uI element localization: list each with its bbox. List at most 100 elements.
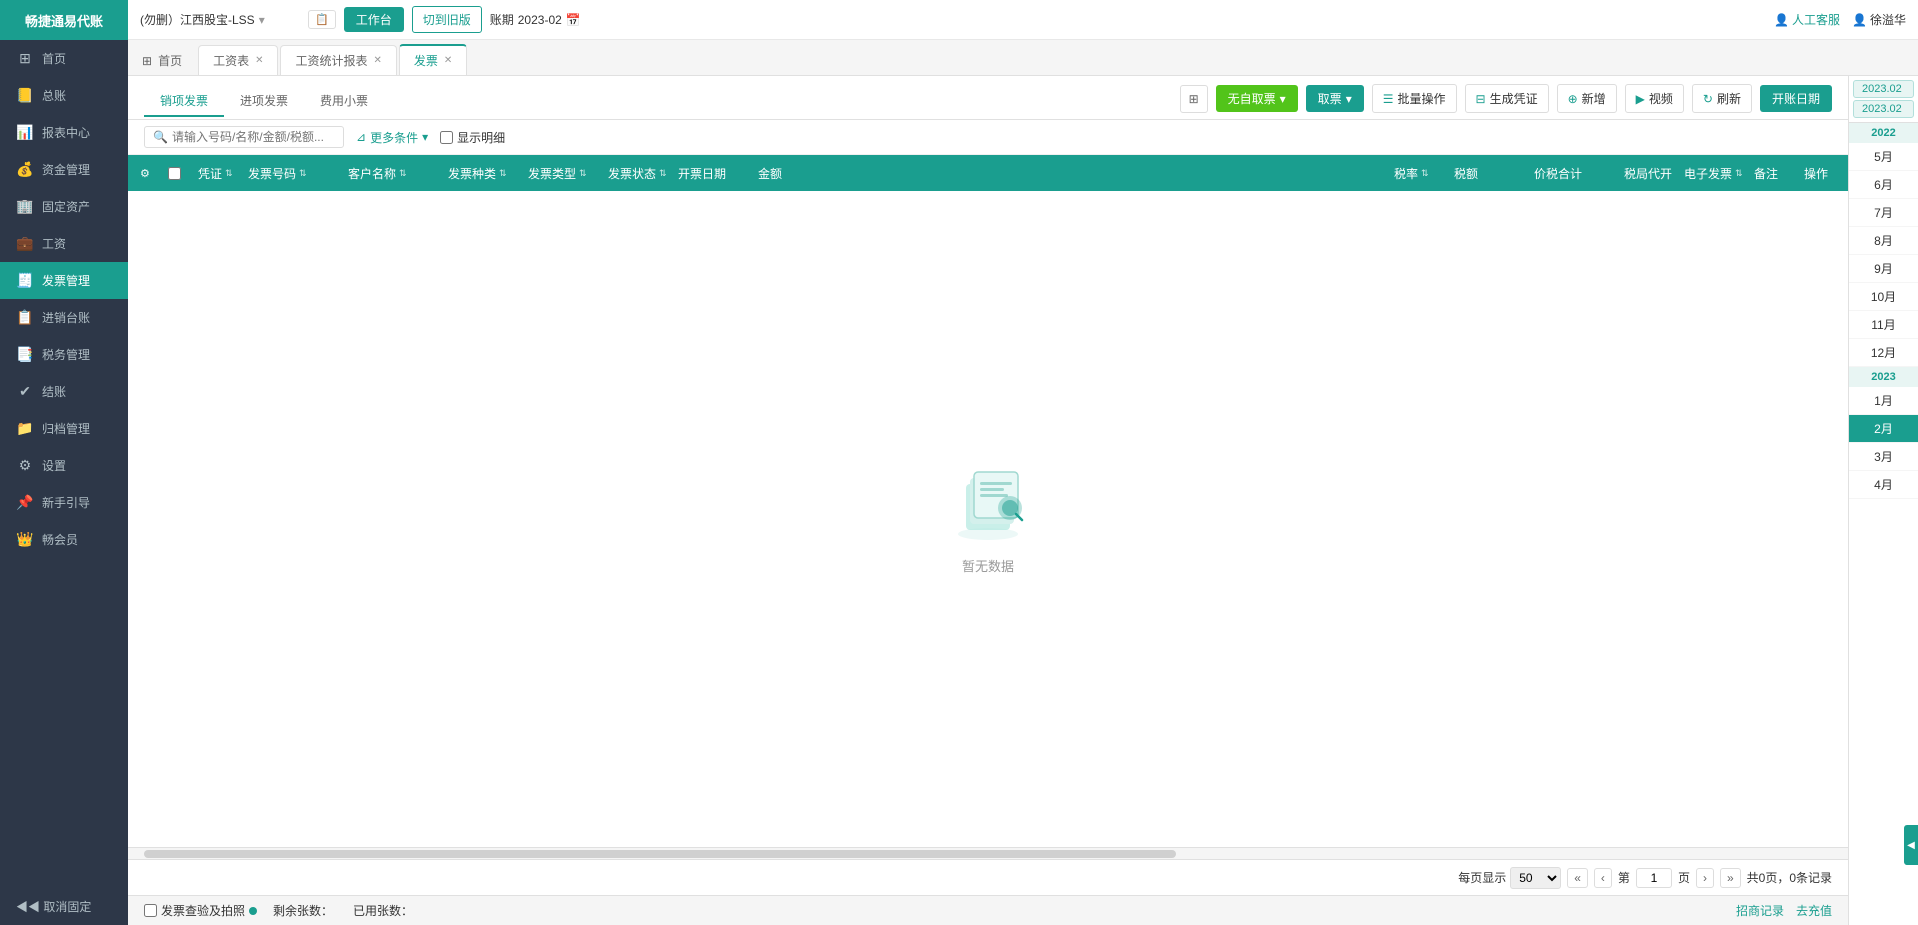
salary-tab-close-icon[interactable]: ✕ (255, 55, 263, 66)
e-invoice-sort-icon[interactable]: ⇅ (1735, 168, 1743, 179)
tax-rate-sort-icon[interactable]: ⇅ (1421, 168, 1429, 179)
show-detail-checkbox-wrap[interactable]: 显示明细 (440, 129, 505, 146)
sidebar-item-invoice[interactable]: 🧾 发票管理 (0, 262, 128, 299)
salary-stats-tab-close-icon[interactable]: ✕ (374, 55, 382, 66)
tab-salary-table[interactable]: 工资表 ✕ (198, 45, 278, 75)
date-panel-toggle[interactable]: ◀ (1904, 825, 1918, 865)
month-11[interactable]: 11月 (1849, 311, 1918, 339)
open-period-button[interactable]: 开账日期 (1760, 85, 1832, 112)
customer-sort-icon[interactable]: ⇅ (399, 168, 407, 179)
month-10[interactable]: 10月 (1849, 283, 1918, 311)
month-2023-1[interactable]: 1月 (1849, 387, 1918, 415)
company-name: (勿删）江西股宝-LSS (140, 11, 255, 28)
search-input-wrap: 🔍 (144, 126, 344, 148)
company-selector[interactable]: (勿删）江西股宝-LSS ▾ (140, 11, 300, 28)
show-detail-checkbox[interactable] (440, 131, 453, 144)
horizontal-scrollbar[interactable] (128, 847, 1848, 859)
status-sort-icon[interactable]: ⇅ (659, 168, 667, 179)
month-2023-4[interactable]: 4月 (1849, 471, 1918, 499)
sidebar-bottom-label: ◀◀ 取消固定 (16, 898, 91, 915)
filter-icon: ⊿ (356, 130, 366, 144)
sidebar-item-settings[interactable]: ⚙ 设置 (0, 447, 128, 484)
next-page-button[interactable]: › (1696, 868, 1714, 888)
subtab-purchase-invoice[interactable]: 进项发票 (224, 86, 304, 117)
go-recharge-link[interactable]: 去充值 (1796, 902, 1832, 919)
subtab-sales-invoice[interactable]: 销项发票 (144, 86, 224, 117)
date-panel-period-2[interactable]: 2023.02 (1853, 100, 1914, 118)
month-6[interactable]: 6月 (1849, 171, 1918, 199)
month-8[interactable]: 8月 (1849, 227, 1918, 255)
page-number-input[interactable] (1636, 868, 1672, 888)
sidebar-item-reports[interactable]: 📊 报表中心 (0, 114, 128, 151)
sidebar-item-funds[interactable]: 💰 资金管理 (0, 151, 128, 188)
invoice-type-sort-icon[interactable]: ⇅ (499, 168, 507, 179)
open-period-label: 开账日期 (1772, 90, 1820, 107)
page-size-selector[interactable]: 每页显示 20 50 100 (1458, 867, 1561, 889)
sidebar-item-archive[interactable]: 📁 归档管理 (0, 410, 128, 447)
tab-home[interactable]: ⊞ 首页 (128, 46, 196, 75)
th-settings[interactable]: ⚙ (136, 167, 164, 180)
sidebar-item-ledger[interactable]: 📒 总账 (0, 77, 128, 114)
topbar-right: 👤 人工客服 👤 徐溢华 (1774, 11, 1906, 28)
per-page-select[interactable]: 20 50 100 (1510, 867, 1561, 889)
add-new-button[interactable]: ⊕ 新增 (1557, 84, 1617, 113)
sidebar-item-assets[interactable]: 🏢 固定资产 (0, 188, 128, 225)
workbench-button[interactable]: 工作台 (344, 7, 404, 32)
refresh-button[interactable]: ↻ 刷新 (1692, 84, 1752, 113)
batch-ops-button[interactable]: ☰ 批量操作 (1372, 84, 1457, 113)
sidebar-item-guide[interactable]: 📌 新手引导 (0, 484, 128, 521)
sidebar-item-label: 税务管理 (42, 346, 90, 363)
gen-voucher-button[interactable]: ⊟ 生成凭证 (1465, 84, 1549, 113)
month-9[interactable]: 9月 (1849, 255, 1918, 283)
invoice-tab-close-icon[interactable]: ✕ (444, 55, 452, 66)
select-all-checkbox[interactable] (168, 167, 181, 180)
tab-salary-stats[interactable]: 工资统计报表 ✕ (280, 45, 396, 75)
sidebar-item-salary[interactable]: 💼 工资 (0, 225, 128, 262)
sidebar-item-tax[interactable]: 📑 税务管理 (0, 336, 128, 373)
content-area: 销项发票 进项发票 费用小票 ⊞ 无自取票 ▾ (128, 76, 1918, 925)
cert-sort-icon[interactable]: ⇅ (225, 168, 233, 179)
no-auto-fetch-button[interactable]: 无自取票 ▾ (1216, 85, 1298, 112)
sidebar-item-settle[interactable]: ✔ 结账 (0, 373, 128, 410)
more-conditions-button[interactable]: ⊿ 更多条件 ▾ (356, 129, 428, 146)
th-checkbox[interactable] (164, 167, 194, 180)
main-area: (勿删）江西股宝-LSS ▾ 📋 工作台 切到旧版 账期 2023-02 📅 👤… (128, 0, 1918, 925)
last-page-button[interactable]: » (1720, 868, 1741, 888)
sales-icon: 📋 (16, 309, 34, 326)
sidebar-item-sales[interactable]: 📋 进销台账 (0, 299, 128, 336)
invoice-check-checkbox[interactable] (144, 904, 157, 917)
remaining-tickets: 剩余张数： (273, 902, 337, 919)
switch-version-button[interactable]: 切到旧版 (412, 6, 482, 33)
invoice-type2-sort-icon[interactable]: ⇅ (579, 168, 587, 179)
prev-page-button[interactable]: ‹ (1594, 868, 1612, 888)
invoice-no-sort-icon[interactable]: ⇅ (299, 168, 307, 179)
month-7[interactable]: 7月 (1849, 199, 1918, 227)
search-input[interactable] (172, 130, 335, 144)
copy-button[interactable]: 📋 (308, 10, 336, 29)
batch-ops-icon: ☰ (1383, 92, 1394, 106)
month-12[interactable]: 12月 (1849, 339, 1918, 367)
customer-service-button[interactable]: 👤 人工客服 (1774, 11, 1840, 28)
first-page-button[interactable]: « (1567, 868, 1588, 888)
user-profile-button[interactable]: 👤 徐溢华 (1852, 11, 1906, 28)
th-e-invoice: 电子发票 ⇅ (1680, 165, 1750, 182)
date-panel-period-1[interactable]: 2023.02 (1853, 80, 1914, 98)
month-2023-2[interactable]: 2月 (1849, 415, 1918, 443)
tab-invoice[interactable]: 发票 ✕ (399, 44, 467, 75)
fetch-invoice-button[interactable]: 取票 ▾ (1306, 85, 1364, 112)
sidebar-unpin-button[interactable]: ◀◀ 取消固定 (0, 888, 128, 925)
sidebar-item-home[interactable]: ⊞ 首页 (0, 40, 128, 77)
recharge-record-link[interactable]: 招商记录 (1736, 902, 1784, 919)
search-icon: 🔍 (153, 130, 168, 144)
subtab-expense-receipt[interactable]: 费用小票 (304, 86, 384, 117)
subtab-sales-label: 销项发票 (160, 94, 208, 108)
salary-tab-label: 工资表 (213, 52, 249, 69)
member-icon: 👑 (16, 531, 34, 548)
th-tax-rate: 税率 ⇅ (1390, 165, 1450, 182)
sidebar-item-member[interactable]: 👑 畅会员 (0, 521, 128, 558)
grid-layout-button[interactable]: ⊞ (1180, 85, 1208, 113)
month-2023-3[interactable]: 3月 (1849, 443, 1918, 471)
filter-bar: 🔍 ⊿ 更多条件 ▾ 显示明细 (128, 120, 1848, 155)
month-5[interactable]: 5月 (1849, 143, 1918, 171)
video-button[interactable]: ▶ 视频 (1625, 84, 1684, 113)
